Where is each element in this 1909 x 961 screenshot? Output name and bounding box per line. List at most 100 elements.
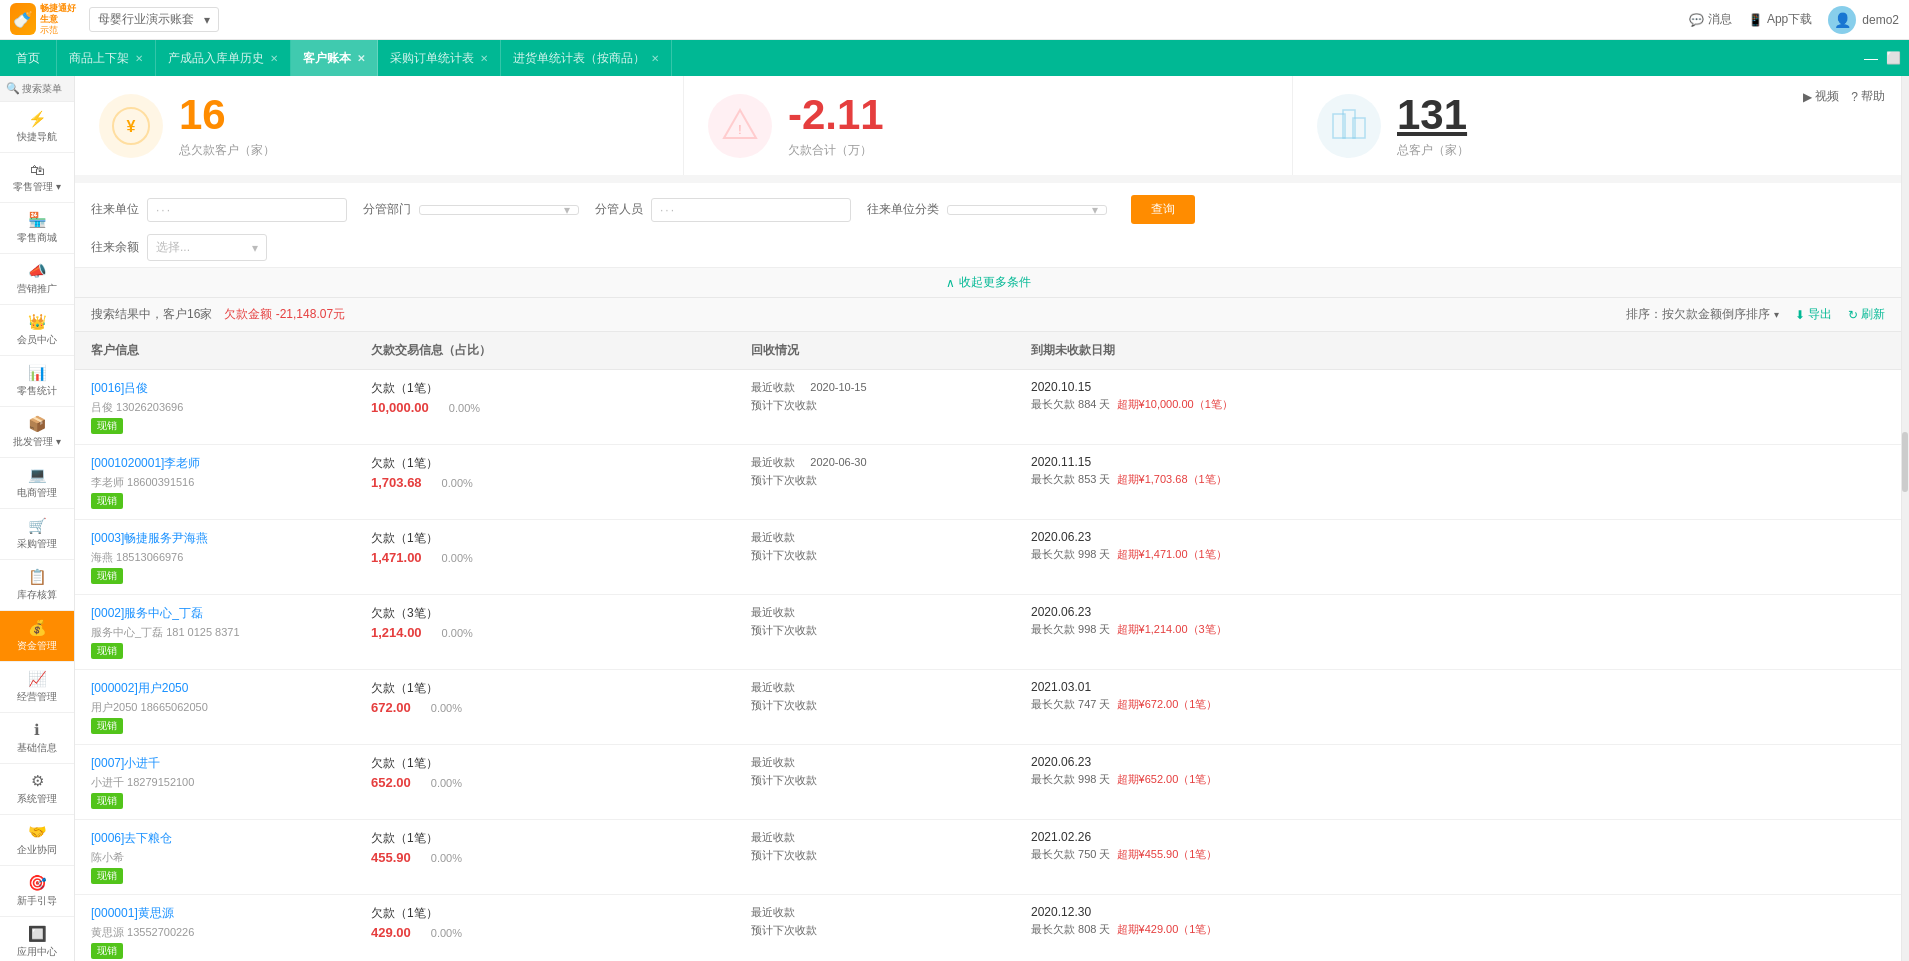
overdue-link-2[interactable]: 超期¥1,703.68（1笔） — [1117, 473, 1227, 485]
customer-phone-3: 海燕 18513066976 — [91, 550, 371, 565]
refresh-btn[interactable]: ↻ 刷新 — [1848, 306, 1885, 323]
filter-select-dept[interactable]: ▾ — [419, 205, 579, 215]
due-info-7: 2021.02.26 最长欠款 750 天 超期¥455.90（1笔） — [1031, 830, 1885, 862]
minimize-icon[interactable]: — — [1864, 50, 1878, 66]
customer-info-3: [0003]畅捷服务尹海燕 海燕 18513066976 现销 — [91, 530, 371, 584]
sidebar-item-system-mgmt[interactable]: ⚙ 系统管理 — [0, 764, 74, 815]
debt-customers-label: 总欠款客户（家） — [179, 142, 275, 159]
video-btn[interactable]: ▶ 视频 — [1803, 88, 1839, 105]
app-download-btn[interactable]: 📱 App下载 — [1748, 11, 1812, 28]
debt-percent-6: 0.00% — [431, 777, 462, 789]
collapse-btn[interactable]: ∧ 收起更多条件 — [946, 274, 1031, 291]
tab-production-history[interactable]: 产成品入库单历史 ✕ — [156, 40, 291, 76]
sidebar-search[interactable]: 🔍 — [0, 76, 74, 102]
sidebar-item-label: 资金管理 — [17, 639, 57, 653]
filter-input-manager[interactable]: ··· — [651, 198, 851, 222]
customer-phone-4: 服务中心_丁磊 181 0125 8371 — [91, 625, 371, 640]
tab-close-icon[interactable]: ✕ — [651, 53, 659, 64]
sidebar-item-basic-info[interactable]: ℹ 基础信息 — [0, 713, 74, 764]
sidebar-item-quick-nav[interactable]: ⚡ 快捷导航 — [0, 102, 74, 153]
sidebar-item-enterprise-collab[interactable]: 🤝 企业协同 — [0, 815, 74, 866]
debt-count-8: 欠款（1笔） — [371, 905, 751, 922]
due-date-3: 2020.06.23 — [1031, 530, 1885, 544]
tab-close-icon[interactable]: ✕ — [480, 53, 488, 64]
message-btn[interactable]: 💬 消息 — [1689, 11, 1732, 28]
sidebar-item-label: 企业协同 — [17, 843, 57, 857]
maximize-icon[interactable]: ⬜ — [1886, 51, 1901, 65]
filter-input-trading-unit[interactable]: ··· — [147, 198, 347, 222]
debt-percent-3: 0.00% — [442, 552, 473, 564]
wholesale-mgmt-icon: 📦 — [28, 415, 47, 433]
filter-select-balance[interactable]: 选择... ▾ — [147, 234, 267, 261]
tab-close-icon[interactable]: ✕ — [270, 53, 278, 64]
due-info-3: 2020.06.23 最长欠款 998 天 超期¥1,471.00（1笔） — [1031, 530, 1885, 562]
debt-amount-3: 1,471.00 — [371, 550, 422, 565]
sidebar-item-inventory[interactable]: 📋 库存核算 — [0, 560, 74, 611]
sidebar-item-ecommerce[interactable]: 💻 电商管理 — [0, 458, 74, 509]
filter-dots-1: ··· — [156, 203, 172, 217]
tab-home[interactable]: 首页 — [0, 40, 57, 76]
tab-customer-account[interactable]: 客户账本 ✕ — [291, 40, 378, 76]
due-info-5: 2021.03.01 最长欠款 747 天 超期¥672.00（1笔） — [1031, 680, 1885, 712]
sort-selector[interactable]: 排序：按欠款金额倒序排序 ▾ — [1626, 306, 1779, 323]
search-input[interactable] — [22, 83, 68, 94]
customer-name-link-6[interactable]: [0007]小进千 — [91, 755, 371, 772]
overdue-link-8[interactable]: 超期¥429.00（1笔） — [1117, 923, 1218, 935]
sidebar-item-guide[interactable]: 🎯 新手引导 — [0, 866, 74, 917]
sidebar-item-member-center[interactable]: 👑 会员中心 — [0, 305, 74, 356]
filter-select-category[interactable]: ▾ — [947, 205, 1107, 215]
help-btn[interactable]: ? 帮助 — [1851, 88, 1885, 105]
app-selector-label: 母婴行业演示账套 — [98, 11, 194, 28]
sidebar-item-purchase-mgmt[interactable]: 🛒 采购管理 — [0, 509, 74, 560]
user-menu[interactable]: 👤 demo2 — [1828, 6, 1899, 34]
repay-info-8: 最近收款 预计下次收款 — [751, 905, 1031, 938]
tab-close-icon[interactable]: ✕ — [135, 53, 143, 64]
tab-product-listing[interactable]: 商品上下架 ✕ — [57, 40, 156, 76]
tab-close-icon[interactable]: ✕ — [357, 53, 365, 64]
col-header-repay-status: 回收情况 — [751, 342, 1031, 359]
app-download-label: App下载 — [1767, 11, 1812, 28]
overdue-link-5[interactable]: 超期¥672.00（1笔） — [1117, 698, 1218, 710]
filter-row-1: 往来单位 ··· 分管部门 ▾ 分管人员 · — [91, 195, 1885, 224]
operations-icon: 📈 — [28, 670, 47, 688]
sidebar-item-app-center[interactable]: 🔲 应用中心 — [0, 917, 74, 961]
table-row: [000001]黄思源 黄思源 13552700226 现销 欠款（1笔） 42… — [75, 895, 1901, 961]
filter-row-2: 往来余额 选择... ▾ — [91, 234, 1885, 261]
customer-name-link-1[interactable]: [0016]吕俊 — [91, 380, 371, 397]
overdue-link-6[interactable]: 超期¥652.00（1笔） — [1117, 773, 1218, 785]
sidebar-item-marketing[interactable]: 📣 营销推广 — [0, 254, 74, 305]
customer-name-link-5[interactable]: [000002]用户2050 — [91, 680, 371, 697]
repay-next-8: 预计下次收款 — [751, 923, 1031, 938]
repay-recent-6: 最近收款 — [751, 755, 1031, 770]
sidebar-item-retail-stats[interactable]: 📊 零售统计 — [0, 356, 74, 407]
repay-next-3: 预计下次收款 — [751, 548, 1031, 563]
right-scrollbar[interactable] — [1901, 76, 1909, 961]
col-header-due-date: 到期未收款日期 — [1031, 342, 1885, 359]
customer-name-link-8[interactable]: [000001]黄思源 — [91, 905, 371, 922]
filter-item-dept: 分管部门 ▾ — [363, 201, 579, 218]
customer-info-8: [000001]黄思源 黄思源 13552700226 现销 — [91, 905, 371, 959]
query-button[interactable]: 查询 — [1131, 195, 1195, 224]
sidebar-item-finance[interactable]: 💰 资金管理 — [0, 611, 74, 662]
tab-incoming-stats[interactable]: 进货单统计表（按商品） ✕ — [501, 40, 672, 76]
sidebar-item-wholesale-mgmt[interactable]: 📦 批发管理 ▾ — [0, 407, 74, 458]
overdue-link-1[interactable]: 超期¥10,000.00（1笔） — [1117, 398, 1233, 410]
app-selector[interactable]: 母婴行业演示账套 ▾ — [89, 7, 219, 32]
tab-purchase-order-stats-label: 采购订单统计表 — [390, 50, 474, 67]
debt-info-2: 欠款（1笔） 1,703.68 0.00% — [371, 455, 751, 490]
sidebar-item-label: 批发管理 ▾ — [13, 435, 61, 449]
overdue-link-7[interactable]: 超期¥455.90（1笔） — [1117, 848, 1218, 860]
sidebar-item-retail-mall[interactable]: 🏪 零售商城 — [0, 203, 74, 254]
customer-name-link-4[interactable]: [0002]服务中心_丁磊 — [91, 605, 371, 622]
customer-name-link-2[interactable]: [0001020001]李老师 — [91, 455, 371, 472]
logo-text-line2: 示范 — [40, 25, 85, 36]
repay-next-5: 预计下次收款 — [751, 698, 1031, 713]
customer-name-link-3[interactable]: [0003]畅捷服务尹海燕 — [91, 530, 371, 547]
customer-name-link-7[interactable]: [0006]去下粮仓 — [91, 830, 371, 847]
overdue-link-3[interactable]: 超期¥1,471.00（1笔） — [1117, 548, 1227, 560]
overdue-link-4[interactable]: 超期¥1,214.00（3笔） — [1117, 623, 1227, 635]
sidebar-item-retail-mgmt[interactable]: 🛍 零售管理 ▾ — [0, 153, 74, 203]
export-btn[interactable]: ⬇ 导出 — [1795, 306, 1832, 323]
sidebar-item-operations[interactable]: 📈 经营管理 — [0, 662, 74, 713]
tab-purchase-order-stats[interactable]: 采购订单统计表 ✕ — [378, 40, 501, 76]
